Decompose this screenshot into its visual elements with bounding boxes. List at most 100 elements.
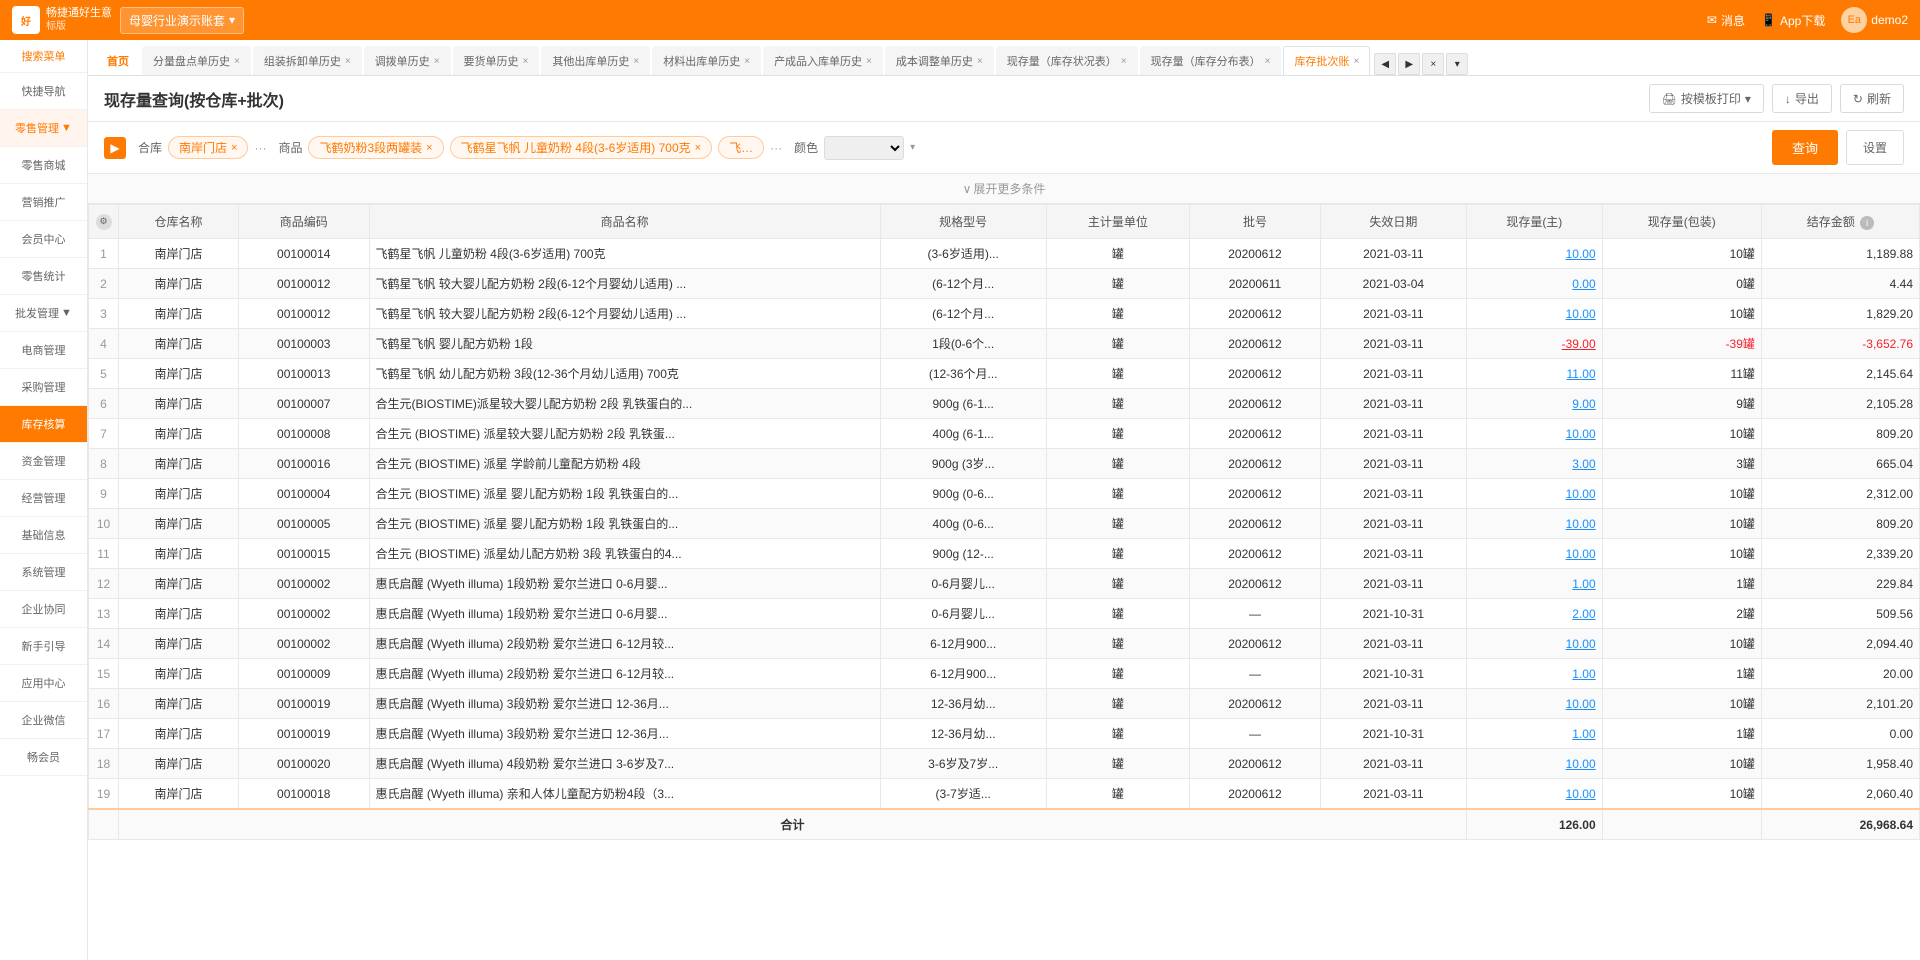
sidebar-item-retail-mgmt[interactable]: 零售管理 ▼ bbox=[0, 110, 87, 147]
product-tag-0[interactable]: 飞鹤奶粉3段两罐装 × bbox=[308, 136, 443, 159]
sidebar-item-retail-mall[interactable]: 零售商城 bbox=[0, 147, 87, 184]
sidebar-item-wholesale[interactable]: 批发管理 ▼ bbox=[0, 295, 87, 332]
cell-qty-main[interactable]: 10.00 bbox=[1466, 419, 1602, 449]
amount-info-icon[interactable]: i bbox=[1860, 216, 1874, 230]
sidebar-item-finance[interactable]: 资金管理 bbox=[0, 443, 87, 480]
color-select[interactable] bbox=[824, 136, 904, 160]
cell-qty-main[interactable]: 10.00 bbox=[1466, 629, 1602, 659]
sidebar-item-retail-stats[interactable]: 零售统计 bbox=[0, 258, 87, 295]
cell-qty-main[interactable]: 11.00 bbox=[1466, 359, 1602, 389]
tab-close-cost-adj[interactable]: × bbox=[977, 56, 983, 67]
tab-current-dist[interactable]: 现存量（库存分布表） × bbox=[1140, 46, 1282, 75]
cell-qty-main[interactable]: 0.00 bbox=[1466, 269, 1602, 299]
cell-qty-main[interactable]: 10.00 bbox=[1466, 479, 1602, 509]
filter-expand-btn-left[interactable]: ▶ bbox=[104, 137, 126, 159]
sidebar-item-enterprise[interactable]: 企业协同 bbox=[0, 591, 87, 628]
tab-prev-btn[interactable]: ◀ bbox=[1374, 53, 1396, 75]
tab-other-outbound[interactable]: 其他出库单历史 × bbox=[541, 46, 650, 75]
sidebar-item-ops[interactable]: 经营管理 bbox=[0, 480, 87, 517]
sidebar-item-inventory[interactable]: 库存核算 bbox=[0, 406, 87, 443]
tab-menu-btn[interactable]: ▾ bbox=[1446, 53, 1468, 75]
settings-btn[interactable]: 设置 bbox=[1846, 130, 1904, 165]
tab-close-split-inventory[interactable]: × bbox=[234, 56, 240, 67]
tab-close-finished-inbound[interactable]: × bbox=[866, 56, 872, 67]
sidebar-item-enterprise-wx[interactable]: 企业微信 bbox=[0, 702, 87, 739]
industry-selector[interactable]: 母婴行业演示账套 ▾ bbox=[120, 7, 244, 34]
cell-warehouse: 南岸门店 bbox=[119, 419, 239, 449]
cell-qty-main[interactable]: 10.00 bbox=[1466, 299, 1602, 329]
table-row: 1 南岸门店 00100014 飞鹤星飞帆 儿童奶粉 4段(3-6岁适用) 70… bbox=[89, 239, 1920, 269]
search-menu-btn[interactable]: 搜索菜单 bbox=[0, 40, 87, 73]
app-download-btn[interactable]: 📱 App下载 bbox=[1761, 12, 1825, 29]
tab-close-disassemble[interactable]: × bbox=[345, 56, 351, 67]
cell-qty-main[interactable]: 1.00 bbox=[1466, 569, 1602, 599]
col-settings[interactable]: ⚙ bbox=[89, 205, 119, 239]
print-btn[interactable]: 🖨 按模板打印 ▾ bbox=[1649, 84, 1764, 113]
cell-warehouse: 南岸门店 bbox=[119, 569, 239, 599]
messages-btn[interactable]: ✉ 消息 bbox=[1707, 12, 1745, 29]
cell-qty-main[interactable]: 1.00 bbox=[1466, 719, 1602, 749]
product-tag-1[interactable]: 飞鹤星飞帆 儿童奶粉 4段(3-6岁适用) 700克 × bbox=[450, 136, 712, 159]
tab-material-outbound[interactable]: 材料出库单历史 × bbox=[652, 46, 761, 75]
table-row: 4 南岸门店 00100003 飞鹤星飞帆 婴儿配方奶粉 1段 1段(0-6个.… bbox=[89, 329, 1920, 359]
tab-close-other-outbound[interactable]: × bbox=[633, 56, 639, 67]
sidebar-item-member-center[interactable]: 会员中心 bbox=[0, 221, 87, 258]
sidebar-item-new-guide[interactable]: 新手引导 bbox=[0, 628, 87, 665]
tab-cost-adj[interactable]: 成本调整单历史 × bbox=[885, 46, 994, 75]
tab-close-material-outbound[interactable]: × bbox=[744, 56, 750, 67]
tab-close-all-btn[interactable]: × bbox=[1422, 53, 1444, 75]
tab-close-requisition[interactable]: × bbox=[523, 56, 529, 67]
tab-next-btn[interactable]: ▶ bbox=[1398, 53, 1420, 75]
tab-current-status[interactable]: 现存量（库存状况表） × bbox=[996, 46, 1138, 75]
export-btn[interactable]: ↓ 导出 bbox=[1772, 84, 1832, 113]
cell-qty-main[interactable]: 10.00 bbox=[1466, 539, 1602, 569]
filter-toggle-btn[interactable]: ▶ bbox=[104, 137, 126, 159]
warehouse-tag-close[interactable]: × bbox=[231, 142, 237, 154]
sidebar-item-sys-mgmt[interactable]: 系统管理 bbox=[0, 554, 87, 591]
expand-more-btn[interactable]: ∨ 展开更多条件 bbox=[963, 180, 1046, 197]
cell-qty-main[interactable]: 1.00 bbox=[1466, 659, 1602, 689]
user-area[interactable]: Ea demo2 bbox=[1841, 7, 1908, 33]
tab-home[interactable]: 首页 bbox=[96, 46, 140, 75]
sidebar-item-member[interactable]: 畅会员 bbox=[0, 739, 87, 776]
tab-close-current-status[interactable]: × bbox=[1121, 56, 1127, 67]
sidebar-item-ecommerce[interactable]: 电商管理 bbox=[0, 332, 87, 369]
product-tag-1-close[interactable]: × bbox=[695, 142, 701, 154]
sidebar-item-basic-info[interactable]: 基础信息 bbox=[0, 517, 87, 554]
cell-qty-pkg: 9罐 bbox=[1602, 389, 1761, 419]
cell-qty-main[interactable]: -39.00 bbox=[1466, 329, 1602, 359]
sidebar-item-marketing[interactable]: 营销推广 bbox=[0, 184, 87, 221]
sidebar-item-purchase[interactable]: 采购管理 bbox=[0, 369, 87, 406]
product-tag-more[interactable]: 飞… bbox=[718, 136, 764, 159]
tab-close-mix[interactable]: × bbox=[434, 56, 440, 67]
cell-qty-main[interactable]: 10.00 bbox=[1466, 689, 1602, 719]
cell-code: 00100004 bbox=[238, 479, 369, 509]
query-btn[interactable]: 查询 bbox=[1772, 130, 1838, 165]
tab-split-inventory[interactable]: 分量盘点单历史 × bbox=[142, 46, 251, 75]
cell-qty-main[interactable]: 10.00 bbox=[1466, 749, 1602, 779]
tab-close-current-dist[interactable]: × bbox=[1265, 56, 1271, 67]
cell-amount: 1,829.20 bbox=[1761, 299, 1919, 329]
tab-requisition[interactable]: 要货单历史 × bbox=[453, 46, 540, 75]
cell-amount: 2,339.20 bbox=[1761, 539, 1919, 569]
product-more-btn[interactable]: ··· bbox=[770, 141, 782, 155]
sidebar-item-shortcut[interactable]: 快捷导航 bbox=[0, 73, 87, 110]
warehouse-tag[interactable]: 南岸门店 × bbox=[168, 136, 248, 159]
cell-qty-main[interactable]: 9.00 bbox=[1466, 389, 1602, 419]
warehouse-more-btn[interactable]: ··· bbox=[254, 141, 266, 155]
cell-qty-main[interactable]: 2.00 bbox=[1466, 599, 1602, 629]
tab-batch-voucher[interactable]: 库存批次账 × bbox=[1283, 46, 1370, 75]
cell-qty-main[interactable]: 10.00 bbox=[1466, 239, 1602, 269]
tab-close-batch-voucher[interactable]: × bbox=[1353, 56, 1359, 67]
cell-qty-main[interactable]: 3.00 bbox=[1466, 449, 1602, 479]
cell-qty-main[interactable]: 10.00 bbox=[1466, 509, 1602, 539]
table-settings-icon[interactable]: ⚙ bbox=[96, 214, 112, 230]
refresh-btn[interactable]: ↻ 刷新 bbox=[1840, 84, 1904, 113]
tab-disassemble[interactable]: 组装拆卸单历史 × bbox=[253, 46, 362, 75]
cell-qty-main[interactable]: 10.00 bbox=[1466, 779, 1602, 810]
sidebar-item-app-center[interactable]: 应用中心 bbox=[0, 665, 87, 702]
tab-mix[interactable]: 调拨单历史 × bbox=[364, 46, 451, 75]
product-tag-0-close[interactable]: × bbox=[426, 142, 432, 154]
row-num: 4 bbox=[89, 329, 119, 359]
tab-finished-inbound[interactable]: 产成品入库单历史 × bbox=[763, 46, 883, 75]
